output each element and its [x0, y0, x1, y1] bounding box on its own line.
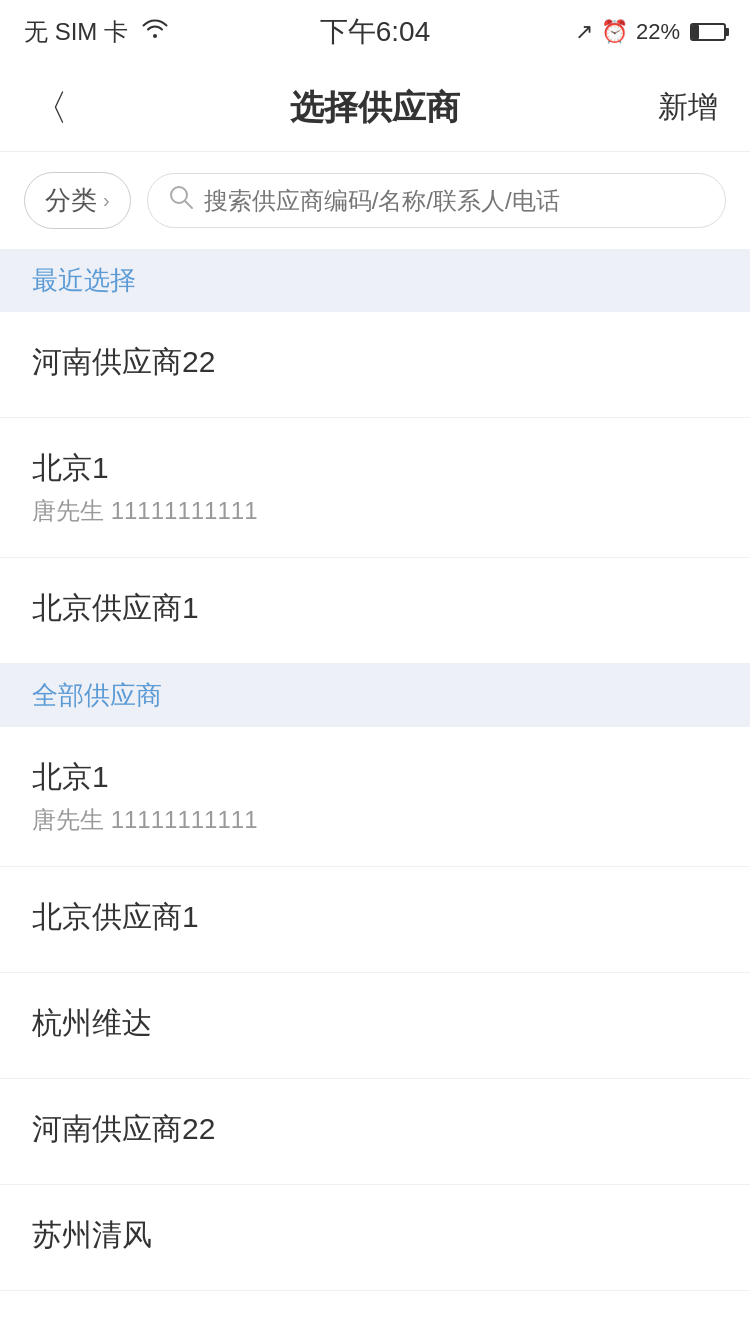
back-button[interactable]: 〈: [32, 90, 68, 126]
item-name: 北京1: [32, 757, 718, 798]
add-button[interactable]: 新增: [658, 87, 718, 128]
category-label: 分类: [45, 183, 97, 218]
list-item[interactable]: 北京1 唐先生 11111111111: [0, 727, 750, 867]
wifi-icon: [140, 18, 170, 46]
item-name: 北京供应商1: [32, 588, 718, 629]
search-icon: [168, 184, 194, 217]
recent-items-list: 河南供应商22 北京1 唐先生 11111111111 北京供应商1: [0, 312, 750, 664]
list-item[interactable]: 河南供应商22: [0, 1079, 750, 1185]
battery-icon: [690, 23, 726, 41]
search-box: [147, 173, 726, 228]
all-section-header: 全部供应商: [0, 664, 750, 727]
item-name: 河南供应商22: [32, 1109, 718, 1150]
svg-line-1: [185, 201, 192, 208]
status-left: 无 SIM 卡: [24, 16, 170, 48]
list-item[interactable]: 北京供应商1: [0, 867, 750, 973]
status-bar: 无 SIM 卡 下午6:04 ↗ ⏰ 22%: [0, 0, 750, 64]
item-name: 苏州清风: [32, 1215, 718, 1256]
page-title: 选择供应商: [290, 85, 460, 131]
all-section-label: 全部供应商: [32, 680, 162, 710]
item-name: 北京供应商1: [32, 897, 718, 938]
recent-section-label: 最近选择: [32, 265, 136, 295]
nav-bar: 〈 选择供应商 新增: [0, 64, 750, 152]
chevron-right-icon: ›: [103, 189, 110, 212]
recent-section-header: 最近选择: [0, 249, 750, 312]
list-item[interactable]: 河南供应商22: [0, 312, 750, 418]
all-items-list: 北京1 唐先生 11111111111 北京供应商1 杭州维达河南供应商22 苏州清风: [0, 727, 750, 1291]
filter-bar: 分类 ›: [0, 152, 750, 249]
search-input[interactable]: [204, 187, 705, 215]
list-item[interactable]: 北京1 唐先生 11111111111: [0, 418, 750, 558]
item-name: 杭州维达: [32, 1003, 718, 1044]
alarm-icon: ⏰: [601, 19, 628, 45]
item-sub: 唐先生 11111111111: [32, 495, 718, 527]
item-sub: 唐先生 11111111111: [32, 804, 718, 836]
list-item[interactable]: 苏州清风: [0, 1185, 750, 1291]
battery-text: 22%: [636, 19, 680, 45]
category-button[interactable]: 分类 ›: [24, 172, 131, 229]
item-name: 北京1: [32, 448, 718, 489]
list-item[interactable]: 北京供应商1: [0, 558, 750, 664]
status-right: ↗ ⏰ 22%: [575, 19, 726, 45]
list-item[interactable]: 杭州维达: [0, 973, 750, 1079]
carrier-text: 无 SIM 卡: [24, 16, 128, 48]
status-time: 下午6:04: [320, 13, 431, 51]
location-icon: ↗: [575, 19, 593, 45]
item-name: 河南供应商22: [32, 342, 718, 383]
